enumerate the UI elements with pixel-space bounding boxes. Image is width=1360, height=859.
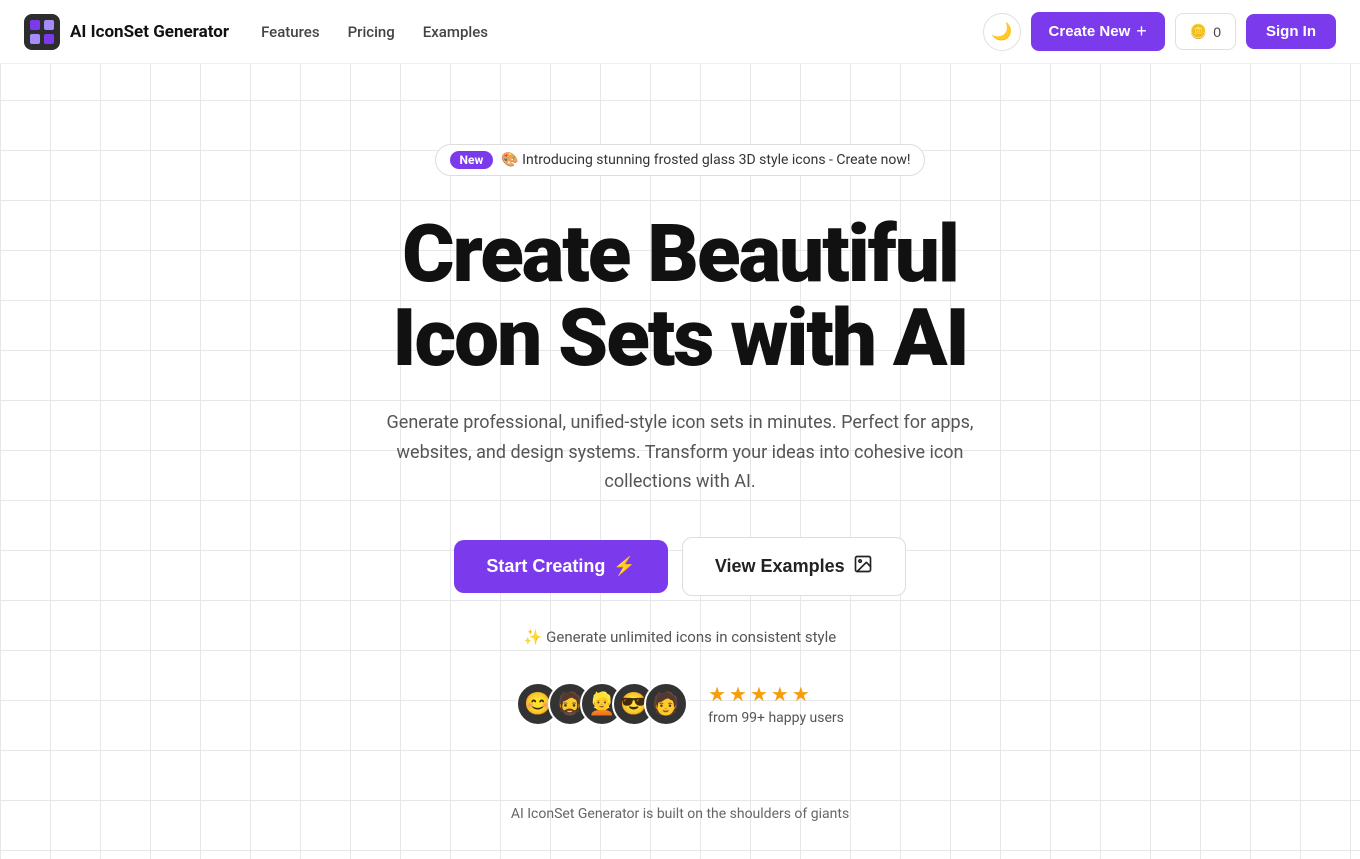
brand-logo-link[interactable]: AI IconSet Generator: [24, 14, 229, 50]
hero-feature-text: ✨ Generate unlimited icons in consistent…: [524, 628, 836, 646]
nav-left: AI IconSet Generator Features Pricing Ex…: [24, 14, 488, 50]
star-rating: ★ ★ ★ ★ ★: [708, 682, 810, 706]
star-5: ★: [792, 682, 810, 706]
signin-button[interactable]: Sign In: [1246, 14, 1336, 49]
navbar: AI IconSet Generator Features Pricing Ex…: [0, 0, 1360, 64]
footer-tagline: AI IconSet Generator is built on the sho…: [0, 786, 1360, 842]
rating-text: from 99+ happy users: [708, 710, 844, 726]
rating-block: ★ ★ ★ ★ ★ from 99+ happy users: [708, 682, 844, 726]
view-examples-label: View Examples: [715, 556, 845, 577]
start-creating-label: Start Creating: [486, 556, 605, 577]
create-new-label: Create New: [1049, 23, 1131, 40]
avatar-5: 🧑: [644, 682, 688, 726]
nav-pricing[interactable]: Pricing: [348, 23, 395, 41]
lightning-icon: ⚡: [613, 556, 635, 577]
plus-icon: +: [1136, 21, 1147, 42]
hero-title: Create Beautiful Icon Sets with AI: [392, 212, 967, 380]
badge-new-label: New: [450, 151, 494, 169]
star-4: ★: [771, 682, 789, 706]
brand-name: AI IconSet Generator: [70, 22, 229, 42]
nav-links: Features Pricing Examples: [261, 22, 488, 41]
star-1: ★: [708, 682, 726, 706]
credits-icon: 🪙: [1190, 23, 1207, 40]
start-creating-button[interactable]: Start Creating ⚡: [454, 540, 667, 593]
brand-logo: [24, 14, 60, 50]
badge-text: 🎨 Introducing stunning frosted glass 3D …: [501, 152, 910, 168]
credits-count: 0: [1213, 24, 1221, 40]
hero-title-line2: Icon Sets with AI: [392, 291, 967, 385]
nav-features[interactable]: Features: [261, 23, 319, 41]
view-examples-button[interactable]: View Examples: [682, 537, 906, 596]
star-3: ★: [750, 682, 768, 706]
hero-section: New 🎨 Introducing stunning frosted glass…: [0, 64, 1360, 786]
credits-button[interactable]: 🪙 0: [1175, 13, 1236, 50]
nav-examples[interactable]: Examples: [423, 23, 488, 41]
create-new-button[interactable]: Create New +: [1031, 12, 1165, 51]
hero-subtitle: Generate professional, unified-style ico…: [360, 408, 1000, 497]
nav-right: 🌙 Create New + 🪙 0 Sign In: [983, 12, 1336, 51]
announcement-badge: New 🎨 Introducing stunning frosted glass…: [435, 144, 926, 176]
star-2: ★: [729, 682, 747, 706]
user-avatars: 😊 🧔 👱 😎 🧑: [516, 682, 688, 726]
theme-toggle-button[interactable]: 🌙: [983, 13, 1021, 51]
hero-title-line1: Create Beautiful: [402, 207, 958, 301]
gallery-icon: [853, 554, 873, 579]
hero-social-proof: 😊 🧔 👱 😎 🧑 ★ ★ ★ ★ ★ from 99+ happy users: [516, 682, 844, 726]
hero-buttons: Start Creating ⚡ View Examples: [454, 537, 905, 596]
